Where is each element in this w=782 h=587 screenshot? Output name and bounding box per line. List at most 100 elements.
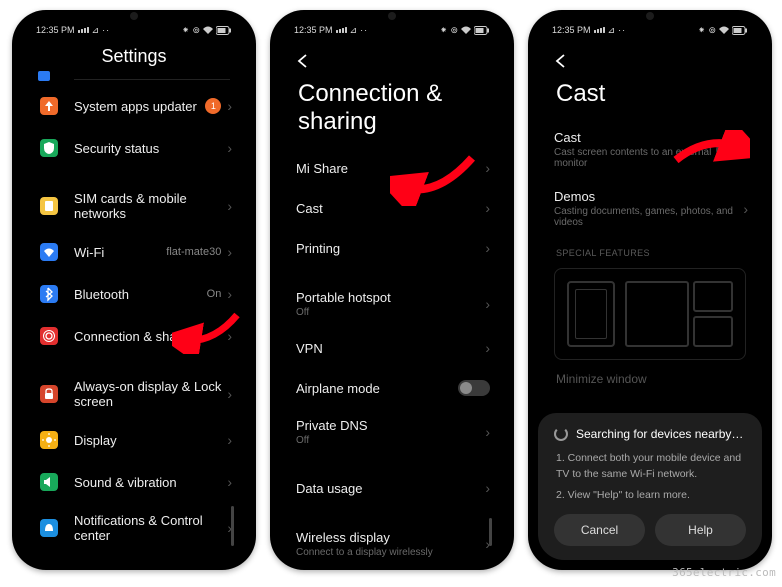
cancel-button[interactable]: Cancel xyxy=(554,514,645,546)
chevron-right-icon: › xyxy=(485,424,490,440)
camera-notch xyxy=(130,12,138,20)
chevron-right-icon: › xyxy=(227,98,232,114)
list-item[interactable]: Airplane mode xyxy=(280,368,504,408)
chevron-right-icon: › xyxy=(227,328,232,344)
item-aux: On xyxy=(207,288,222,300)
list-item[interactable]: Wi-Fi flat-mate30 › xyxy=(22,231,246,273)
item-label: Wireless display Connect to a display wi… xyxy=(296,530,485,558)
item-label: Wi-Fi xyxy=(74,245,166,260)
more-indicator-icon: ·· xyxy=(360,25,368,35)
more-indicator-icon: ·· xyxy=(102,25,110,35)
status-bar: 12:35 PM ⊿ ·· ⁕ ⊚ xyxy=(22,20,246,40)
item-label: Printing xyxy=(296,241,485,256)
cast-list: Cast Cast screen contents to an external… xyxy=(538,120,762,392)
chevron-right-icon: › xyxy=(227,432,232,448)
battery-status-icon xyxy=(216,26,232,35)
list-item[interactable]: Home screen › xyxy=(22,553,246,560)
list-item[interactable]: Data usage › xyxy=(280,468,504,508)
sound-icon xyxy=(40,473,58,491)
battery-status-icon xyxy=(474,26,490,35)
searching-title: Searching for devices nearby… xyxy=(576,427,743,441)
watermark: 365electric.com xyxy=(672,566,776,579)
item-label: Cast xyxy=(296,201,485,216)
item-label: Portable hotspot Off xyxy=(296,290,485,318)
scrollbar[interactable] xyxy=(231,506,234,546)
scrollbar[interactable] xyxy=(489,518,492,546)
page-title: Settings xyxy=(22,40,246,71)
chevron-right-icon: › xyxy=(227,244,232,260)
help-button[interactable]: Help xyxy=(655,514,746,546)
back-icon[interactable] xyxy=(552,52,570,70)
wifi-status-icon xyxy=(461,26,471,34)
wifi-icon xyxy=(40,243,58,261)
bluetooth-icon xyxy=(40,285,58,303)
status-time: 12:35 PM xyxy=(552,25,591,35)
cast-toggle[interactable] xyxy=(716,142,748,158)
item-label: VPN xyxy=(296,341,485,356)
list-item-connection-sharing[interactable]: Connection & sharing › xyxy=(22,315,246,357)
back-icon[interactable] xyxy=(294,52,312,70)
list-item[interactable]: VPN › xyxy=(280,328,504,368)
chevron-right-icon: › xyxy=(485,240,490,256)
phone-cast: 12:35 PM ⊿ ·· ⁕ ⊚ Cast Cast Cast screen … xyxy=(528,10,772,570)
battery-status-icon xyxy=(732,26,748,35)
list-item[interactable]: Printing › xyxy=(280,228,504,268)
list-item[interactable]: Display › xyxy=(22,419,246,461)
chevron-right-icon: › xyxy=(485,480,490,496)
wifi-status-icon xyxy=(719,26,729,34)
list-item[interactable]: Mi Share › xyxy=(280,148,504,188)
item-label: Private DNS Off xyxy=(296,418,485,446)
tip-text: 1. Connect both your mobile device and T… xyxy=(554,451,746,483)
searching-sheet: Searching for devices nearby… 1. Connect… xyxy=(538,413,762,560)
item-label: Display xyxy=(74,433,227,448)
list-item[interactable] xyxy=(22,71,246,85)
signal-icon xyxy=(78,27,89,33)
item-label: SIM cards & mobile networks xyxy=(74,191,227,221)
list-item[interactable]: Portable hotspot Off › xyxy=(280,280,504,328)
list-item[interactable]: Always-on display & Lock screen › xyxy=(22,369,246,419)
signal2-icon: ⊿ xyxy=(350,25,358,36)
signal-icon xyxy=(336,27,347,33)
list-item[interactable]: Security status › xyxy=(22,127,246,169)
item-label: Bluetooth xyxy=(74,287,207,302)
spinner-icon xyxy=(554,427,568,441)
wifi-status-icon xyxy=(203,26,213,34)
camera-notch xyxy=(388,12,396,20)
list-item[interactable]: System apps updater 1 › xyxy=(22,85,246,127)
list-item[interactable]: Notifications & Control center › xyxy=(22,503,246,553)
chevron-right-icon: › xyxy=(227,286,232,302)
list-item[interactable]: Wireless display Connect to a display wi… xyxy=(280,520,504,560)
item-label: Minimize window xyxy=(538,368,762,386)
nfc-status-icon: ⊚ xyxy=(192,25,200,36)
list-item[interactable]: Private DNS Off › xyxy=(280,408,504,456)
connection-list: Mi Share › Cast › Printing › Portable ho… xyxy=(280,148,504,560)
bell-icon xyxy=(40,519,58,537)
list-item[interactable]: SIM cards & mobile networks › xyxy=(22,181,246,231)
chevron-right-icon: › xyxy=(485,200,490,216)
list-item[interactable]: Bluetooth On › xyxy=(22,273,246,315)
nfc-status-icon: ⊚ xyxy=(450,25,458,36)
about-phone-icon xyxy=(38,71,54,81)
status-time: 12:35 PM xyxy=(294,25,333,35)
list-item[interactable]: Sound & vibration › xyxy=(22,461,246,503)
more-indicator-icon: ·· xyxy=(618,25,626,35)
chevron-right-icon: › xyxy=(227,198,232,214)
lock-icon xyxy=(40,385,58,403)
item-label: Notifications & Control center xyxy=(74,513,227,543)
camera-notch xyxy=(646,12,654,20)
airplane-mode-toggle[interactable] xyxy=(458,380,490,396)
bluetooth-status-icon: ⁕ xyxy=(698,25,706,36)
bluetooth-status-icon: ⁕ xyxy=(182,25,190,36)
list-item[interactable]: Demos Casting documents, games, photos, … xyxy=(538,179,762,238)
signal2-icon: ⊿ xyxy=(608,25,616,36)
item-aux: flat-mate30 xyxy=(166,246,221,258)
item-label: Demos Casting documents, games, photos, … xyxy=(554,189,743,228)
item-label: System apps updater xyxy=(74,99,205,114)
arrow-up-icon xyxy=(40,97,58,115)
signal-icon xyxy=(594,27,605,33)
phone-connection-sharing: 12:35 PM ⊿ ·· ⁕ ⊚ Connection & sharing M… xyxy=(270,10,514,570)
list-item-cast-toggle[interactable]: Cast Cast screen contents to an external… xyxy=(538,120,762,179)
list-item-cast[interactable]: Cast › xyxy=(280,188,504,228)
item-label: Connection & sharing xyxy=(74,329,227,344)
chevron-right-icon: › xyxy=(485,160,490,176)
